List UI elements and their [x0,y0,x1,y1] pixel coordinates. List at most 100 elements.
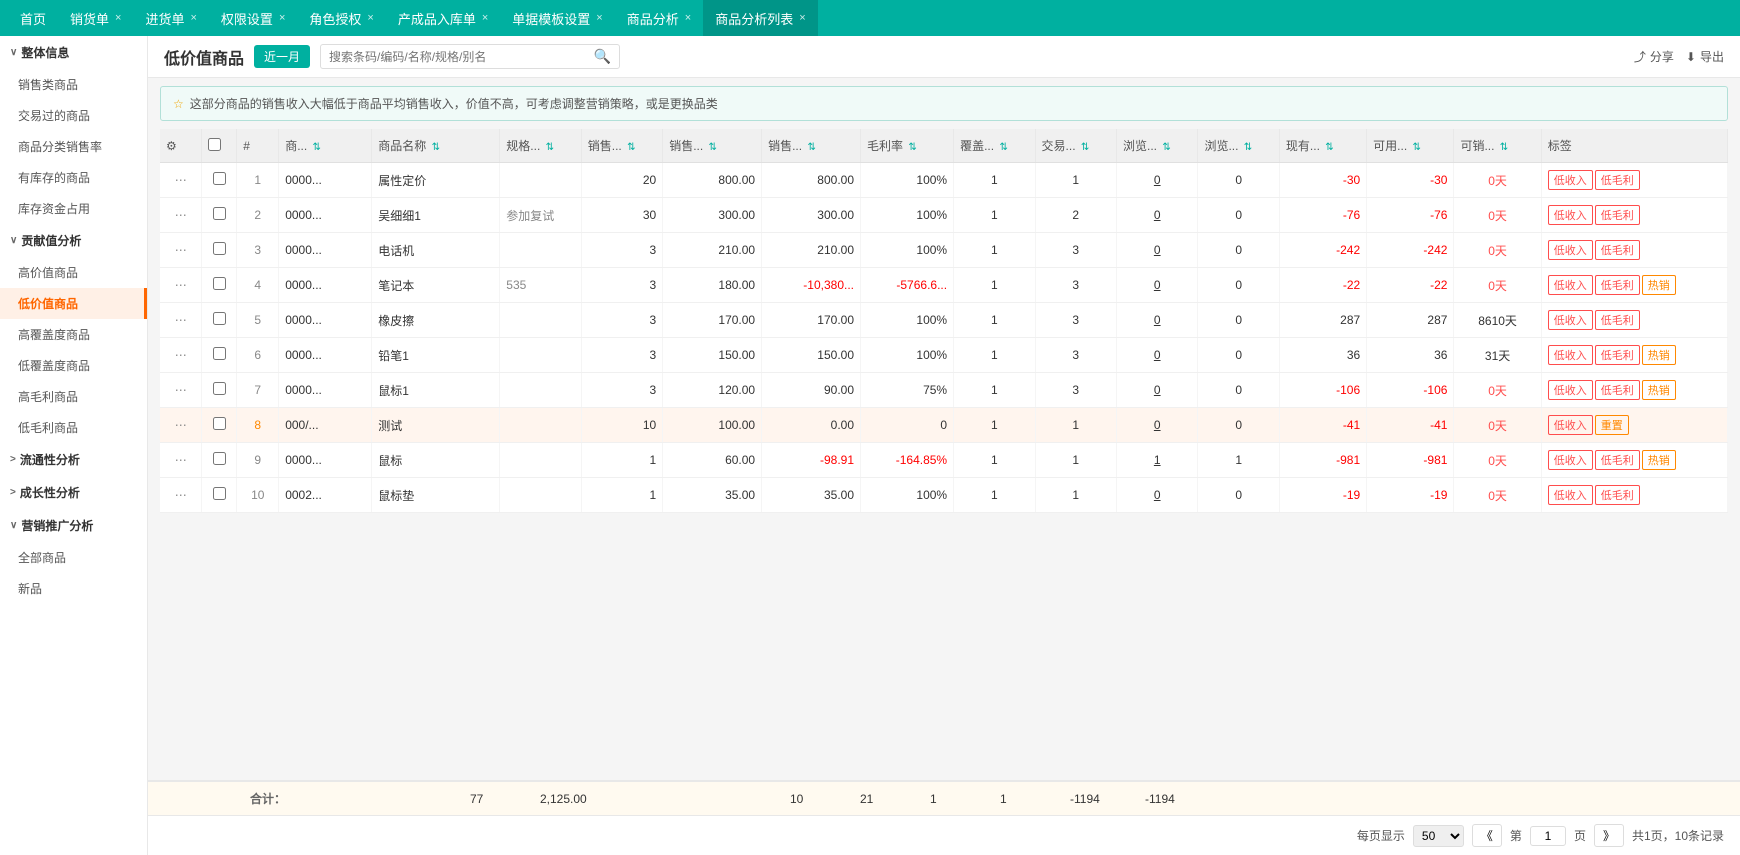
row-browse1-2[interactable]: 0 [1117,233,1198,268]
row-browse1-9[interactable]: 0 [1117,478,1198,513]
row-checkbox-2[interactable] [202,233,237,268]
row-checkbox-5[interactable] [202,338,237,373]
nav-analysis[interactable]: 商品分析 × [615,0,703,36]
row-code-8[interactable]: 0000... [279,443,372,478]
select-all-checkbox[interactable] [208,138,221,151]
nav-permissions[interactable]: 权限设置 × [209,0,297,36]
col-browse2[interactable]: 浏览... ⇅ [1198,129,1279,163]
row-browse1-3[interactable]: 0 [1117,268,1198,303]
sidebar-item-low-coverage[interactable]: 低覆盖度商品 [0,350,147,381]
sidebar-item-high-value[interactable]: 高价值商品 [0,257,147,288]
row-code-4[interactable]: 0000... [279,303,372,338]
nav-home[interactable]: 首页 [8,0,58,36]
col-stock[interactable]: 现有... ⇅ [1279,129,1366,163]
page-input[interactable] [1530,826,1566,846]
row-code-3[interactable]: 0000... [279,268,372,303]
sidebar-item-low-margin[interactable]: 低毛利商品 [0,412,147,443]
close-roles-icon[interactable]: × [367,12,373,24]
row-code-0[interactable]: 0000... [279,163,372,198]
next-page-button[interactable]: 》 [1594,824,1624,847]
row-gear-7[interactable]: ⋯ [160,408,202,443]
row-browse1-6[interactable]: 0 [1117,373,1198,408]
row-browse1-0[interactable]: 0 [1117,163,1198,198]
row-browse1-8[interactable]: 1 [1117,443,1198,478]
sidebar-group-growth[interactable]: > 成长性分析 [0,476,147,509]
row-checkbox-8[interactable] [202,443,237,478]
row-gear-5[interactable]: ⋯ [160,338,202,373]
row-code-6[interactable]: 0000... [279,373,372,408]
col-trade[interactable]: 交易... ⇅ [1035,129,1116,163]
row-checkbox-0[interactable] [202,163,237,198]
close-analysis-list-icon[interactable]: × [799,12,805,24]
sidebar-item-high-margin[interactable]: 高毛利商品 [0,381,147,412]
row-gear-1[interactable]: ⋯ [160,198,202,233]
sidebar-group-marketing[interactable]: ∨ 营销推广分析 [0,509,147,542]
col-grossrate[interactable]: 毛利率 ⇅ [861,129,954,163]
search-input[interactable] [329,50,594,64]
sidebar-group-overall[interactable]: ∨ 整体信息 [0,36,147,69]
nav-products[interactable]: 产成品入库单 × [386,0,500,36]
close-analysis-icon[interactable]: × [685,12,691,24]
row-checkbox-9[interactable] [202,478,237,513]
row-checkbox-4[interactable] [202,303,237,338]
first-page-button[interactable]: 《 [1472,824,1502,847]
row-gear-8[interactable]: ⋯ [160,443,202,478]
sidebar-item-sales-products[interactable]: 销售类商品 [0,69,147,100]
col-available[interactable]: 可用... ⇅ [1367,129,1454,163]
sidebar-item-low-value[interactable]: 低价值商品 [0,288,147,319]
row-browse1-4[interactable]: 0 [1117,303,1198,338]
per-page-select[interactable]: 50 100 200 [1413,825,1464,847]
row-code-9[interactable]: 0002... [279,478,372,513]
col-coverage[interactable]: 覆盖... ⇅ [954,129,1035,163]
sidebar-group-contribution[interactable]: ∨ 贡献值分析 [0,224,147,257]
nav-analysis-list[interactable]: 商品分析列表 × [703,0,817,36]
nav-template[interactable]: 单据模板设置 × [500,0,614,36]
row-gear-6[interactable]: ⋯ [160,373,202,408]
row-checkbox-3[interactable] [202,268,237,303]
close-sales-icon[interactable]: × [115,12,121,24]
row-code-1[interactable]: 0000... [279,198,372,233]
row-checkbox-1[interactable] [202,198,237,233]
close-permissions-icon[interactable]: × [279,12,285,24]
nav-sales[interactable]: 销货单 × [58,0,133,36]
col-browse1[interactable]: 浏览... ⇅ [1117,129,1198,163]
sidebar-item-traded[interactable]: 交易过的商品 [0,100,147,131]
nav-purchase[interactable]: 进货单 × [133,0,208,36]
row-gear-4[interactable]: ⋯ [160,303,202,338]
row-code-2[interactable]: 0000... [279,233,372,268]
row-code-7[interactable]: 000/... [279,408,372,443]
sidebar-item-high-coverage[interactable]: 高覆盖度商品 [0,319,147,350]
row-trade-6: 3 [1035,373,1116,408]
close-purchase-icon[interactable]: × [190,12,196,24]
share-button[interactable]: ⤴ 分享 [1634,48,1674,65]
col-code[interactable]: 商... ⇅ [279,129,372,163]
row-gear-2[interactable]: ⋯ [160,233,202,268]
col-gear[interactable]: ⚙ [160,129,202,163]
row-gear-3[interactable]: ⋯ [160,268,202,303]
export-button[interactable]: ⬇ 导出 [1686,48,1724,65]
sidebar-group-liquidity[interactable]: > 流通性分析 [0,443,147,476]
sidebar-item-stock-products[interactable]: 有库存的商品 [0,162,147,193]
row-gear-9[interactable]: ⋯ [160,478,202,513]
row-browse1-1[interactable]: 0 [1117,198,1198,233]
sidebar-item-all-products[interactable]: 全部商品 [0,542,147,573]
filter-period-button[interactable]: 近一月 [254,45,310,68]
row-browse1-7[interactable]: 0 [1117,408,1198,443]
col-spec[interactable]: 规格... ⇅ [500,129,581,163]
sidebar-item-stock-funds[interactable]: 库存资金占用 [0,193,147,224]
row-gear-0[interactable]: ⋯ [160,163,202,198]
sidebar-item-new-products[interactable]: 新品 [0,573,147,604]
sidebar-item-category-rate[interactable]: 商品分类销售率 [0,131,147,162]
row-checkbox-7[interactable] [202,408,237,443]
nav-roles[interactable]: 角色授权 × [297,0,385,36]
col-saleamt1[interactable]: 销售... ⇅ [663,129,762,163]
close-template-icon[interactable]: × [596,12,602,24]
col-name[interactable]: 商品名称 ⇅ [372,129,500,163]
col-sellable[interactable]: 可销... ⇅ [1454,129,1541,163]
row-code-5[interactable]: 0000... [279,338,372,373]
row-browse1-5[interactable]: 0 [1117,338,1198,373]
row-checkbox-6[interactable] [202,373,237,408]
col-saleqty[interactable]: 销售... ⇅ [581,129,662,163]
col-saleamt2[interactable]: 销售... ⇅ [762,129,861,163]
close-products-icon[interactable]: × [482,12,488,24]
